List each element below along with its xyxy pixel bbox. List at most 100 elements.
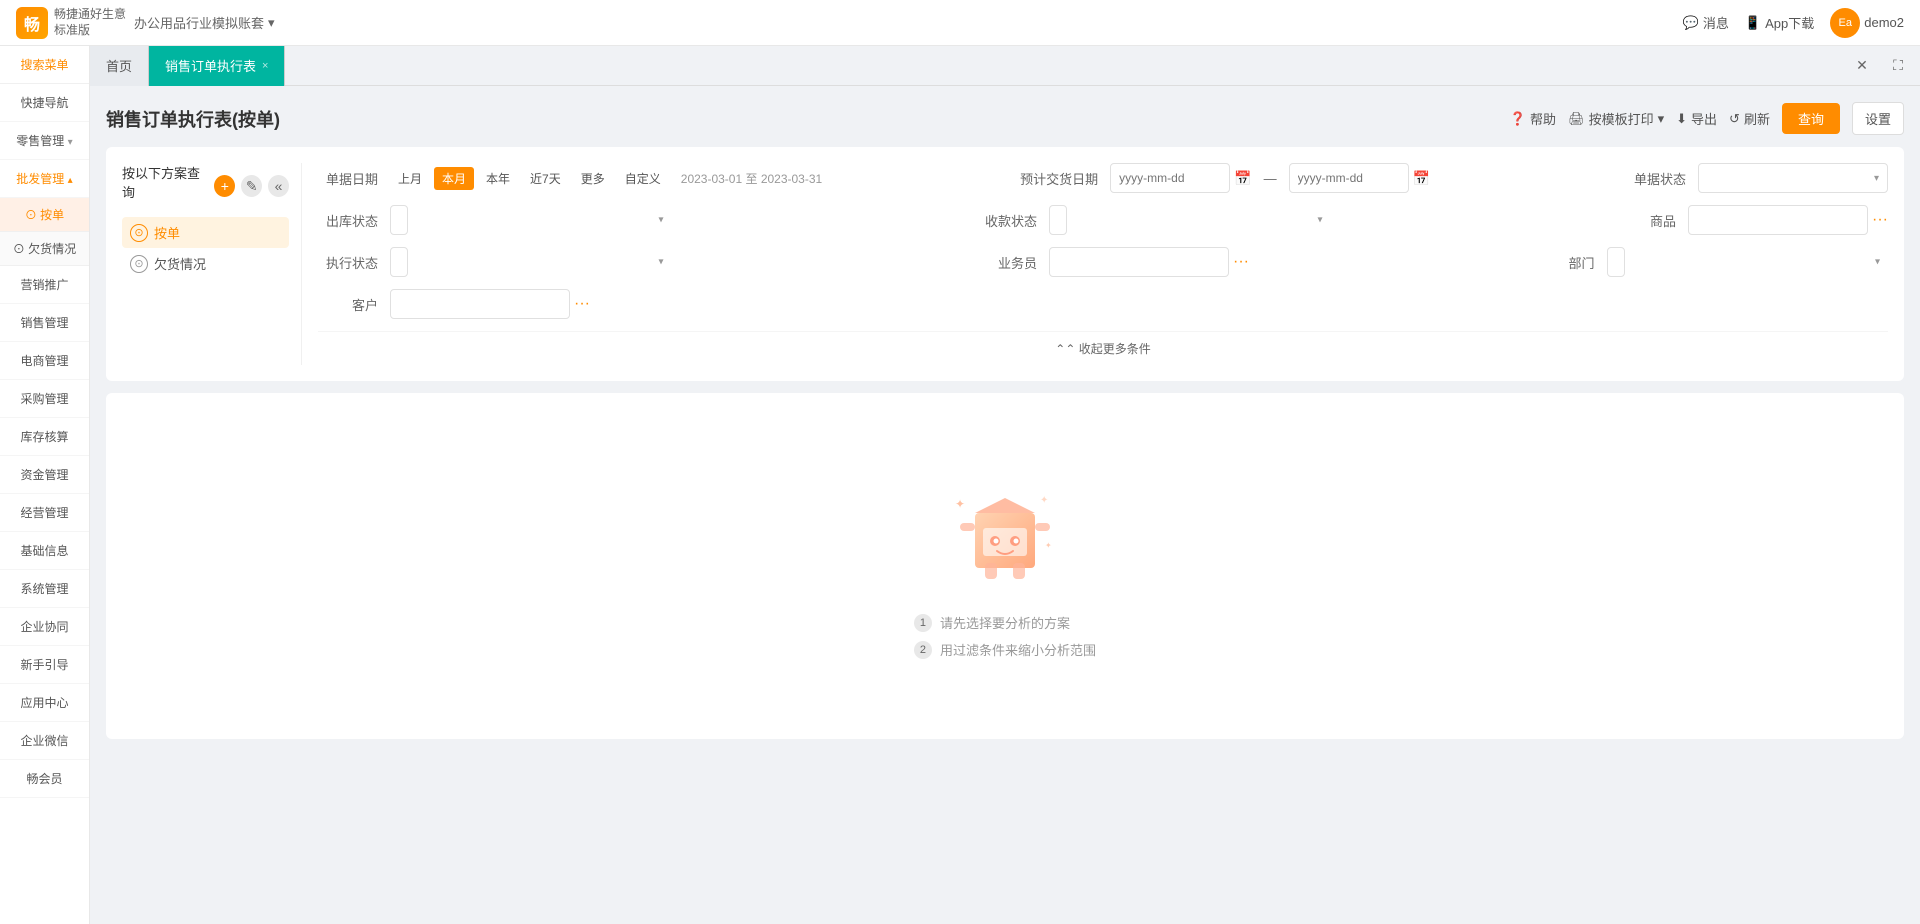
- expected-date-start[interactable]: [1110, 163, 1230, 193]
- sidebar-item-newuser[interactable]: 新手引导: [0, 646, 89, 684]
- tabs-bar-right: ✕ ⛶: [1848, 52, 1920, 80]
- filter-layout: 按以下方案查询 + ✎ « ⊙ 按单 ⊙ 欠货情况: [122, 163, 1888, 365]
- sidebar-item-quick-nav[interactable]: 快捷导航: [0, 84, 89, 122]
- expected-date-end[interactable]: [1289, 163, 1409, 193]
- add-scheme-button[interactable]: +: [214, 175, 235, 197]
- department-chevron-icon: [1875, 257, 1880, 268]
- tab-maximize-button[interactable]: ⛶: [1884, 52, 1912, 80]
- tab-home[interactable]: 首页: [90, 46, 149, 86]
- calendar-end-icon[interactable]: 📅: [1413, 170, 1430, 187]
- sidebar: 搜索菜单 快捷导航 零售管理 ▾ 批发管理 ▴ ⊙ 按单 ⊙ 欠货情况 营销推广…: [0, 46, 90, 924]
- date-tab-last-month[interactable]: 上月: [390, 167, 430, 190]
- salesman-input[interactable]: [1049, 247, 1229, 277]
- date-tab-more[interactable]: 更多: [573, 167, 613, 190]
- scheme-order-icon: ⊙: [130, 224, 148, 242]
- tab-sales-order[interactable]: 销售订单执行表 ×: [149, 46, 285, 86]
- export-icon: ⬇: [1676, 111, 1687, 127]
- filter-left: 按以下方案查询 + ✎ « ⊙ 按单 ⊙ 欠货情况: [122, 163, 302, 365]
- app-download-button[interactable]: 📱 App下载: [1745, 13, 1814, 32]
- settings-button[interactable]: 设置: [1852, 102, 1904, 135]
- delivery-status-select[interactable]: [390, 205, 408, 235]
- sidebar-item-ecom[interactable]: 电商管理: [0, 342, 89, 380]
- search-button[interactable]: 查询: [1782, 103, 1840, 134]
- tab-close-button[interactable]: ✕: [1848, 52, 1876, 80]
- refresh-button[interactable]: ↺ 刷新: [1729, 109, 1770, 128]
- top-bar-right: 💬 消息 📱 App下载 Ea demo2: [1683, 8, 1904, 38]
- date-tab-last7[interactable]: 近7天: [522, 167, 569, 190]
- sidebar-item-apps[interactable]: 应用中心: [0, 684, 89, 722]
- delivery-status-wrapper: [390, 205, 672, 235]
- download-icon: 📱: [1745, 15, 1761, 31]
- sidebar-sub-item-debt[interactable]: ⊙ 欠货情况: [0, 232, 89, 266]
- date-tab-custom[interactable]: 自定义: [617, 167, 669, 190]
- customer-dots-button[interactable]: ···: [574, 295, 590, 313]
- logo-area: 畅 畅捷通好生意 标准版: [16, 7, 126, 39]
- collection-status-select[interactable]: [1049, 205, 1067, 235]
- user-profile[interactable]: Ea demo2: [1830, 8, 1904, 38]
- execution-status-select[interactable]: [390, 247, 408, 277]
- sidebar-item-wholesale[interactable]: 批发管理 ▴: [0, 160, 89, 198]
- department-select[interactable]: [1607, 247, 1625, 277]
- customer-input[interactable]: [390, 289, 570, 319]
- status-select[interactable]: [1698, 163, 1888, 193]
- sidebar-item-basic[interactable]: 基础信息: [0, 532, 89, 570]
- help-button[interactable]: ❓ 帮助: [1510, 109, 1556, 128]
- sidebar-search[interactable]: 搜索菜单: [0, 46, 89, 84]
- page-actions: ❓ 帮助 🖨 按模板打印 ▾ ⬇ 导出 ↺ 刷新 查询 设置: [1510, 102, 1904, 135]
- sidebar-item-operation[interactable]: 经营管理: [0, 494, 89, 532]
- date-filter-row: 单据日期 上月 本月 本年 近7天 更多 自定义 2023-03-01 至 20…: [318, 163, 1888, 193]
- edit-scheme-button[interactable]: ✎: [241, 175, 262, 197]
- sidebar-item-inventory[interactable]: 库存核算: [0, 418, 89, 456]
- sidebar-item-enterprise[interactable]: 企业协同: [0, 608, 89, 646]
- page-header: 销售订单执行表(按单) ❓ 帮助 🖨 按模板打印 ▾ ⬇ 导出 ↺ 刷新: [106, 102, 1904, 135]
- message-button[interactable]: 💬 消息: [1683, 13, 1729, 32]
- refresh-icon: ↺: [1729, 111, 1740, 127]
- execution-status-wrapper: [390, 247, 672, 277]
- tip-num-2: 2: [914, 641, 932, 659]
- sidebar-item-member[interactable]: 畅会员: [0, 760, 89, 798]
- collapse-left-button[interactable]: «: [268, 175, 289, 197]
- sidebar-item-system[interactable]: 系统管理: [0, 570, 89, 608]
- scheme-item-by-order[interactable]: ⊙ 按单: [122, 217, 289, 248]
- message-icon: 💬: [1683, 15, 1699, 31]
- sidebar-item-finance[interactable]: 资金管理: [0, 456, 89, 494]
- filter-row-3: 执行状态 业务员 ··· 部门: [318, 247, 1888, 277]
- expected-date-end-wrapper: 📅: [1289, 163, 1430, 193]
- salesman-dots-button[interactable]: ···: [1233, 253, 1249, 271]
- breadcrumb[interactable]: 办公用品行业模拟账套 ▾: [134, 13, 275, 32]
- date-tab-this-month[interactable]: 本月: [434, 167, 474, 190]
- collapse-bar[interactable]: ⌃⌃ 收起更多条件: [318, 331, 1888, 365]
- sidebar-sub-item-scheme[interactable]: ⊙ 按单: [0, 198, 89, 232]
- svg-text:✦: ✦: [1040, 495, 1048, 506]
- page-content: 销售订单执行表(按单) ❓ 帮助 🖨 按模板打印 ▾ ⬇ 导出 ↺ 刷新: [90, 86, 1920, 924]
- filter-row-4: 客户 ···: [318, 289, 1888, 319]
- scheme-item-by-debt[interactable]: ⊙ 欠货情况: [122, 248, 289, 279]
- customer-label: 客户: [318, 295, 378, 314]
- calendar-start-icon[interactable]: 📅: [1234, 170, 1251, 187]
- date-tab-this-year[interactable]: 本年: [478, 167, 518, 190]
- delivery-chevron-icon: [658, 215, 663, 226]
- tab-close-icon[interactable]: ×: [262, 60, 268, 72]
- sidebar-item-retail[interactable]: 零售管理 ▾: [0, 122, 89, 160]
- empty-tip-2: 2 用过滤条件来缩小分析范围: [914, 640, 1096, 659]
- filter-row-2: 出库状态 收款状态 商品: [318, 205, 1888, 235]
- execution-status-label: 执行状态: [318, 253, 378, 272]
- tip-num-1: 1: [914, 614, 932, 632]
- help-icon: ❓: [1510, 111, 1526, 127]
- sidebar-item-purchase[interactable]: 采购管理: [0, 380, 89, 418]
- goods-dots-button[interactable]: ···: [1872, 211, 1888, 229]
- logo-icon: 畅: [16, 7, 48, 39]
- delivery-status-label: 出库状态: [318, 211, 378, 230]
- print-button[interactable]: 🖨 按模板打印 ▾: [1568, 109, 1664, 128]
- expected-date-start-wrapper: 📅: [1110, 163, 1251, 193]
- date-tabs: 上月 本月 本年 近7天 更多 自定义: [390, 167, 669, 190]
- export-button[interactable]: ⬇ 导出: [1676, 109, 1717, 128]
- sidebar-item-wechat[interactable]: 企业微信: [0, 722, 89, 760]
- department-wrapper: [1607, 247, 1889, 277]
- empty-illustration: ✦ ✦ ✦: [945, 473, 1065, 593]
- goods-input[interactable]: [1688, 205, 1868, 235]
- logo-text: 畅捷通好生意 标准版: [54, 7, 126, 38]
- page-title: 销售订单执行表(按单): [106, 106, 280, 132]
- sidebar-item-sales[interactable]: 销售管理: [0, 304, 89, 342]
- sidebar-item-marketing[interactable]: 营销推广: [0, 266, 89, 304]
